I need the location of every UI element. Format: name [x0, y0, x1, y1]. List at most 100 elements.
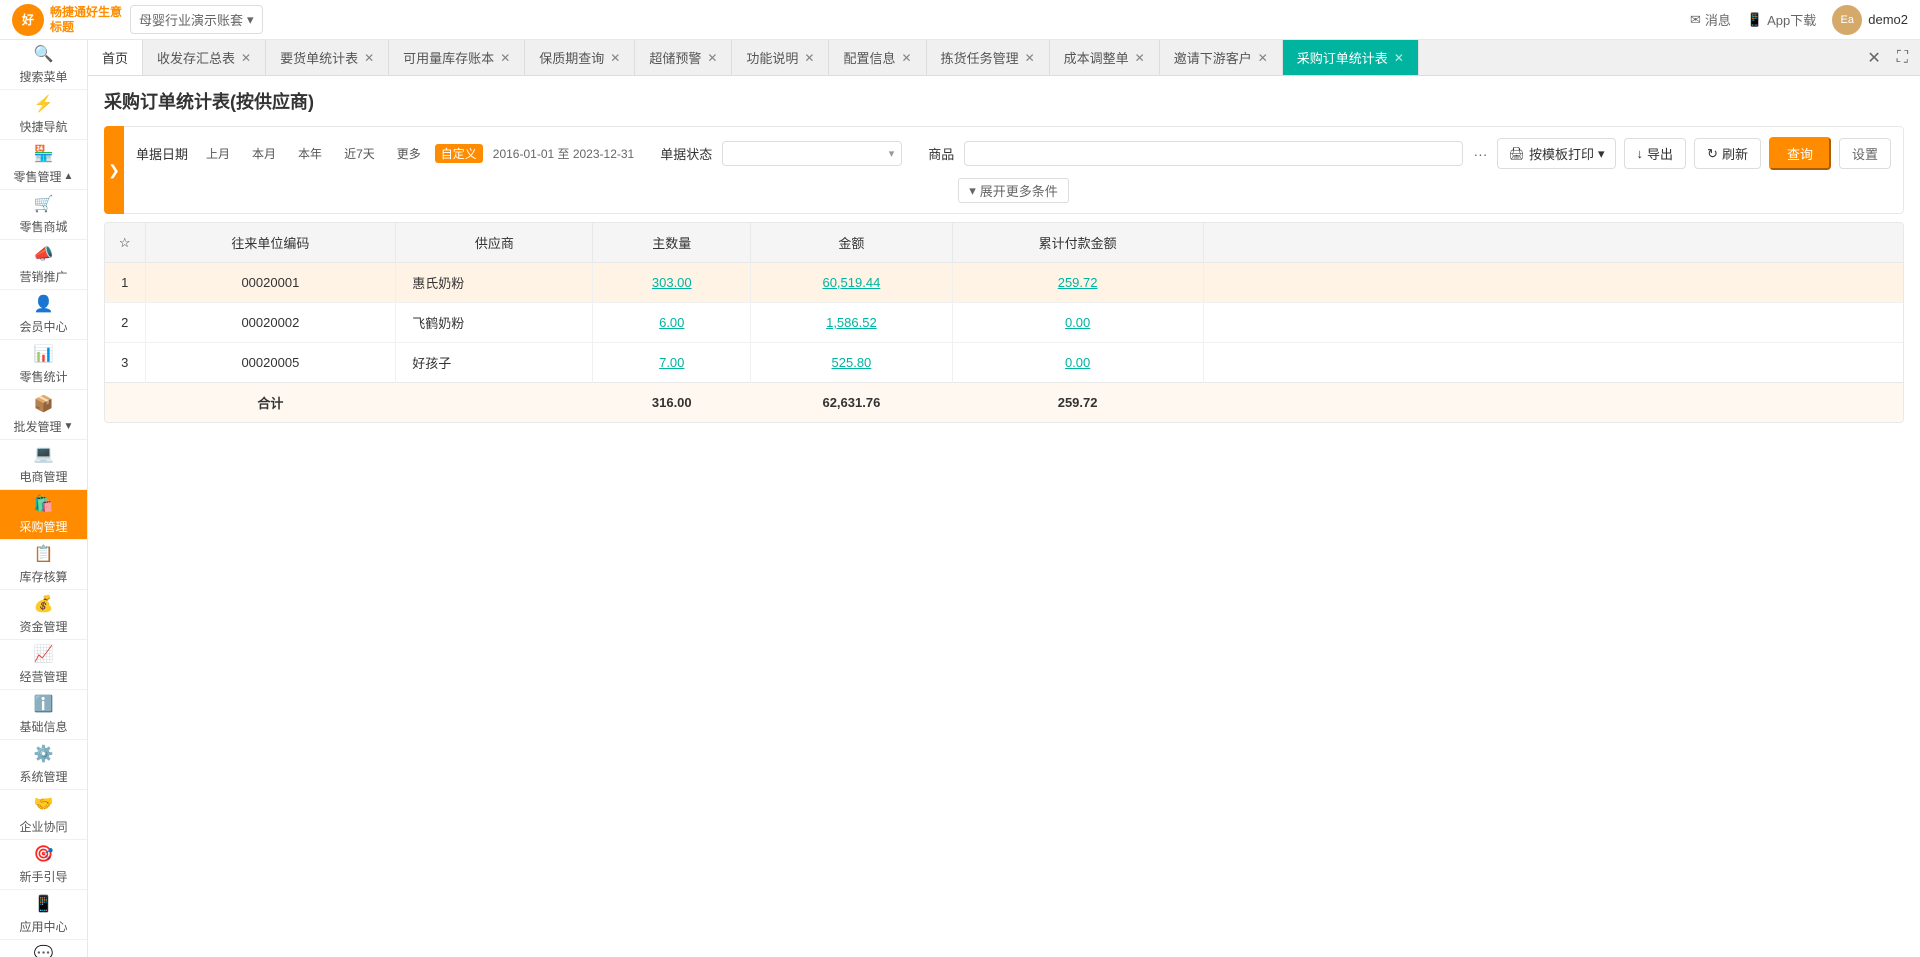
sidebar-item-label-marketing: 营销推广	[19, 268, 67, 285]
sidebar-item-label-wholesale: 批发管理	[14, 418, 62, 435]
sidebar-item-finance[interactable]: 💰 资金管理	[0, 590, 87, 640]
sidebar-item-ecommerce[interactable]: 💻 电商管理	[0, 440, 87, 490]
settings-button[interactable]: 设置	[1839, 138, 1891, 169]
sidebar-item-label-appcenter: 应用中心	[19, 918, 67, 935]
filter-shortcut-7days[interactable]: 近7天	[336, 143, 383, 164]
sidebar-item-enterprise[interactable]: 🤝 企业协同	[0, 790, 87, 840]
sidebar-item-label-member: 会员中心	[19, 318, 67, 335]
top-bar-right: ✉ 消息 📱 App下载 Ea demo2	[1690, 5, 1908, 35]
quicknav-icon: ⚡	[34, 94, 54, 114]
table-row: 2 00020002 飞鹤奶粉 6.00 1,586.52 0.00	[105, 303, 1903, 343]
cell-quantity-0: 303.00	[593, 263, 751, 303]
workspace-selector[interactable]: 母婴行业演示账套 ▾	[130, 5, 263, 34]
sidebar-item-label-operation: 经营管理	[19, 668, 67, 685]
tab-home[interactable]: 首页	[88, 40, 143, 76]
refresh-button[interactable]: ↻ 刷新	[1694, 138, 1761, 169]
sidebar-item-newguide[interactable]: 🎯 新手引导	[0, 840, 87, 890]
tab-chaochuyujing[interactable]: 超储预警 ✕	[635, 40, 732, 76]
cell-code-1: 00020002	[145, 303, 396, 343]
col-code-header: 往来单位编码	[145, 223, 396, 263]
toolbar: 🖨 按模板打印 ▾ ↓ 导出 ↻ 刷新	[1497, 137, 1891, 170]
sidebar-item-quicknav[interactable]: ⚡ 快捷导航	[0, 90, 87, 140]
filter-row-1: 单据日期 上月 本月 本年 近7天 更多 自定义 2016-01-01 至 20…	[136, 137, 1891, 170]
tab-chengben[interactable]: 成本调整单 ✕	[1050, 40, 1160, 76]
tab-yaoqing-close[interactable]: ✕	[1258, 51, 1268, 65]
tab-peizhi-label: 配置信息	[843, 48, 895, 67]
filter-shortcuts: 上月 本月 本年 近7天 更多 自定义	[198, 143, 483, 164]
export-icon: ↓	[1637, 146, 1644, 161]
print-button[interactable]: 🖨 按模板打印 ▾	[1497, 138, 1615, 169]
wholesale-icon: 📦	[34, 394, 54, 414]
sidebar-item-appcenter[interactable]: 📱 应用中心	[0, 890, 87, 940]
user-avatar[interactable]: Ea demo2	[1832, 5, 1908, 35]
filter-status-select[interactable]	[722, 141, 902, 166]
sidebar-item-search[interactable]: 🔍 搜索菜单	[0, 40, 87, 90]
sidebar-item-wholesale[interactable]: 📦 批发管理 ▼	[0, 390, 87, 440]
tab-caigou-close[interactable]: ✕	[1394, 51, 1404, 65]
tab-gongneng[interactable]: 功能说明 ✕	[732, 40, 829, 76]
sidebar-item-purchase[interactable]: 🛍️ 采购管理	[0, 490, 87, 540]
footer-label: 合计	[145, 383, 396, 423]
tab-caigou[interactable]: 采购订单统计表 ✕	[1283, 40, 1419, 76]
sidebar: 🔍 搜索菜单 ⚡ 快捷导航 🏪 零售管理 ▲ 🛒 零售商城 📣 营销推广 👤 会…	[0, 40, 88, 957]
tab-bar-actions: ✕ ⛶	[1855, 44, 1920, 72]
filter-shortcut-lastmonth[interactable]: 上月	[198, 143, 238, 164]
collapse-arrow-button[interactable]: ❯	[104, 126, 124, 214]
filter-custom-tag[interactable]: 自定义	[435, 144, 483, 163]
tab-peizhi[interactable]: 配置信息 ✕	[829, 40, 926, 76]
tab-baozhiqi[interactable]: 保质期查询 ✕	[525, 40, 635, 76]
expand-button[interactable]: ▾ 展开更多条件	[958, 178, 1069, 203]
sidebar-item-system[interactable]: ⚙️ 系统管理	[0, 740, 87, 790]
logo-area: 好 畅捷通好生意 标题	[12, 4, 122, 36]
tab-shoufa-close[interactable]: ✕	[241, 51, 251, 65]
table-row: 1 00020001 惠氏奶粉 303.00 60,519.44 259.72	[105, 263, 1903, 303]
tab-close-all-button[interactable]: ✕	[1863, 44, 1884, 72]
filter-goods-label: 商品	[928, 144, 954, 163]
tab-keyong[interactable]: 可用量库存账本 ✕	[389, 40, 525, 76]
print-dropdown-icon: ▾	[1598, 146, 1605, 162]
tab-keyong-close[interactable]: ✕	[500, 51, 510, 65]
export-button[interactable]: ↓ 导出	[1624, 138, 1687, 169]
message-button[interactable]: ✉ 消息	[1690, 10, 1731, 29]
tab-yaohuo-close[interactable]: ✕	[364, 51, 374, 65]
sidebar-item-retailstat[interactable]: 📊 零售统计	[0, 340, 87, 390]
sidebar-item-operation[interactable]: 📈 经营管理	[0, 640, 87, 690]
filter-shortcut-thisyear[interactable]: 本年	[290, 143, 330, 164]
cell-amount-0: 60,519.44	[751, 263, 953, 303]
sidebar-item-marketing[interactable]: 📣 营销推广	[0, 240, 87, 290]
sidebar-item-retailshop[interactable]: 🛒 零售商城	[0, 190, 87, 240]
tab-yaohuo[interactable]: 要货单统计表 ✕	[266, 40, 389, 76]
tab-gongneng-close[interactable]: ✕	[804, 51, 814, 65]
filter-date-range: 2016-01-01 至 2023-12-31	[493, 145, 634, 162]
filter-shortcut-more[interactable]: 更多	[389, 143, 429, 164]
cell-quantity-1: 6.00	[593, 303, 751, 343]
tab-yaoqing[interactable]: 邀请下游客户 ✕	[1160, 40, 1283, 76]
sidebar-item-wechat[interactable]: 💬 企业微信	[0, 940, 87, 957]
table-wrapper: ☆ 往来单位编码 供应商 主数量 金额 累计付款金额 1 00020001 惠氏…	[104, 222, 1904, 423]
tab-chengben-close[interactable]: ✕	[1135, 51, 1145, 65]
filter-shortcut-thismonth[interactable]: 本月	[244, 143, 284, 164]
tab-shoufa[interactable]: 收发存汇总表 ✕	[143, 40, 266, 76]
app-download-button[interactable]: 📱 App下载	[1747, 10, 1816, 29]
tab-tuohuo[interactable]: 拣货任务管理 ✕	[927, 40, 1050, 76]
export-label: 导出	[1647, 144, 1673, 163]
sidebar-item-inventory[interactable]: 📋 库存核算	[0, 540, 87, 590]
page-content: 采购订单统计表(按供应商) ❯ 单据日期 上月 本月 本年 近7天 更多	[88, 76, 1920, 957]
tab-tuohuo-close[interactable]: ✕	[1025, 51, 1035, 65]
tab-chaochuyujing-close[interactable]: ✕	[707, 51, 717, 65]
sidebar-item-basic[interactable]: ℹ️ 基础信息	[0, 690, 87, 740]
query-button[interactable]: 查询	[1769, 137, 1831, 170]
filter-container: ❯ 单据日期 上月 本月 本年 近7天 更多 自定义	[104, 126, 1904, 214]
col-settings-header[interactable]: ☆	[105, 223, 145, 263]
content-area: 首页 收发存汇总表 ✕ 要货单统计表 ✕ 可用量库存账本 ✕ 保质期查询 ✕ 超…	[88, 40, 1920, 957]
tab-chengben-label: 成本调整单	[1064, 48, 1129, 67]
tab-baozhiqi-close[interactable]: ✕	[610, 51, 620, 65]
table-header-row: ☆ 往来单位编码 供应商 主数量 金额 累计付款金额	[105, 223, 1903, 263]
marketing-icon: 📣	[34, 244, 54, 264]
tab-peizhi-close[interactable]: ✕	[902, 51, 912, 65]
sidebar-item-member[interactable]: 👤 会员中心	[0, 290, 87, 340]
tab-fullscreen-button[interactable]: ⛶	[1893, 45, 1912, 71]
filter-date-range-block: 2016-01-01 至 2023-12-31	[493, 145, 634, 162]
sidebar-item-retail[interactable]: 🏪 零售管理 ▲	[0, 140, 87, 190]
filter-goods-input[interactable]	[964, 141, 1463, 166]
